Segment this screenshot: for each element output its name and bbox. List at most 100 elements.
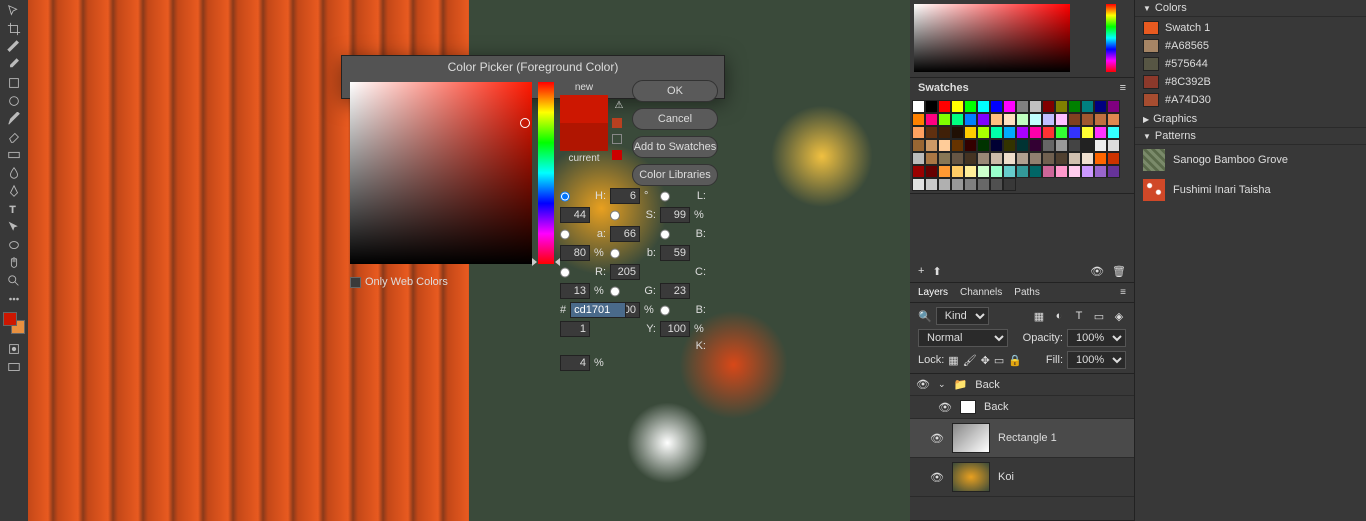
search-icon[interactable]: 🔍 [918, 310, 932, 323]
visibility-toggle[interactable]: 👁 [930, 432, 944, 445]
screenmode-tool[interactable] [2, 358, 26, 376]
swatch-color[interactable] [1094, 152, 1107, 165]
gradient-tool[interactable] [2, 146, 26, 164]
cyan-input[interactable] [560, 283, 590, 299]
swatch-color[interactable] [951, 113, 964, 126]
swatch-color[interactable] [1094, 126, 1107, 139]
blue-input[interactable] [560, 321, 590, 337]
swatch-color[interactable] [1003, 165, 1016, 178]
patterns-accordion[interactable]: ▼Patterns [1135, 128, 1366, 145]
filter-shape-icon[interactable]: ▭ [1092, 309, 1106, 323]
swatch-color[interactable] [990, 126, 1003, 139]
swatch-color[interactable] [951, 152, 964, 165]
lock-position-icon[interactable]: ✥ [981, 354, 990, 367]
green-radio[interactable] [610, 285, 620, 298]
cancel-button[interactable]: Cancel [632, 108, 718, 130]
trash-icon[interactable]: 🗑 [1112, 265, 1126, 278]
swatch-color[interactable] [977, 178, 990, 191]
swatch-color[interactable] [938, 178, 951, 191]
visibility-toggle[interactable]: 👁 [938, 401, 952, 414]
brightness-input[interactable] [560, 245, 590, 261]
swatch-color[interactable] [1042, 139, 1055, 152]
layer-koi[interactable]: 👁 Koi [910, 458, 1134, 497]
visibility-toggle[interactable]: 👁 [930, 471, 944, 484]
add-icon[interactable]: + [918, 265, 924, 278]
swatch-color[interactable] [1016, 139, 1029, 152]
swatch-color[interactable] [1003, 100, 1016, 113]
layer-rectangle-1[interactable]: 👁 Rectangle 1 [910, 419, 1134, 458]
swatch-color[interactable] [1081, 113, 1094, 126]
blur-tool[interactable] [2, 164, 26, 182]
swatch-color[interactable] [1081, 126, 1094, 139]
swatch-color[interactable] [1029, 139, 1042, 152]
color-field-mini[interactable] [914, 4, 1070, 72]
saturation-input[interactable] [660, 207, 690, 223]
gamut-color-icon[interactable] [612, 118, 622, 128]
lock-artboard-icon[interactable]: ▭ [994, 354, 1004, 367]
hue-strip-mini[interactable] [1106, 4, 1116, 72]
swatch-color[interactable] [951, 178, 964, 191]
swatch-color[interactable] [951, 165, 964, 178]
color-list-item[interactable]: Swatch 1 [1143, 19, 1358, 37]
swatch-color[interactable] [1055, 113, 1068, 126]
b-input[interactable] [660, 245, 690, 261]
swatch-color[interactable] [925, 100, 938, 113]
swatch-color[interactable] [1016, 152, 1029, 165]
swatch-color[interactable] [1107, 152, 1120, 165]
swatch-color[interactable] [1029, 100, 1042, 113]
red-input[interactable] [610, 264, 640, 280]
swatch-color[interactable] [1016, 113, 1029, 126]
swatch-color[interactable] [938, 152, 951, 165]
swatch-color[interactable] [1003, 139, 1016, 152]
lightness-input[interactable] [560, 207, 590, 223]
eye-icon[interactable]: 👁 [1090, 265, 1104, 278]
swatch-color[interactable] [1055, 100, 1068, 113]
swatch-color[interactable] [938, 100, 951, 113]
pen-tool[interactable] [2, 182, 26, 200]
swatch-color[interactable] [925, 126, 938, 139]
swatch-color[interactable] [964, 139, 977, 152]
swatch-color[interactable] [964, 165, 977, 178]
color-libraries-button[interactable]: Color Libraries [632, 164, 718, 186]
visibility-toggle[interactable]: 👁 [916, 378, 930, 391]
swatches-menu-icon[interactable]: ≡ [1120, 82, 1126, 94]
swatch-color[interactable] [912, 126, 925, 139]
lightness-radio[interactable] [660, 190, 670, 203]
hex-input[interactable] [570, 302, 626, 318]
swatch-color[interactable] [1055, 165, 1068, 178]
foreground-background-colors[interactable] [3, 312, 25, 334]
swatch-color[interactable] [1055, 152, 1068, 165]
websafe-color-icon[interactable] [612, 150, 622, 160]
swatch-color[interactable] [990, 113, 1003, 126]
filter-type-icon[interactable]: T [1072, 309, 1086, 323]
swatch-color[interactable] [990, 178, 1003, 191]
swatch-color[interactable] [1055, 139, 1068, 152]
lock-brush-icon[interactable]: 🖌 [963, 354, 977, 367]
swatch-color[interactable] [1003, 113, 1016, 126]
saturation-radio[interactable] [610, 209, 620, 222]
swatch-color[interactable] [925, 152, 938, 165]
tab-channels[interactable]: Channels [960, 287, 1002, 298]
shape-tool[interactable] [2, 236, 26, 254]
swatch-color[interactable] [1042, 126, 1055, 139]
swatch-color[interactable] [1094, 139, 1107, 152]
saturation-brightness-field[interactable] [350, 82, 532, 264]
swatch-color[interactable] [1081, 100, 1094, 113]
swatch-color[interactable] [1029, 165, 1042, 178]
swatch-color[interactable] [1042, 113, 1055, 126]
hue-radio[interactable] [560, 190, 570, 203]
yellow-input[interactable] [660, 321, 690, 337]
swatch-color[interactable] [925, 113, 938, 126]
pattern-fushimi[interactable]: Fushimi Inari Taisha [1135, 175, 1366, 205]
swatch-color[interactable] [1107, 100, 1120, 113]
swatch-color[interactable] [977, 165, 990, 178]
swatch-color[interactable] [1081, 139, 1094, 152]
hue-input[interactable] [610, 188, 640, 204]
swatch-color[interactable] [938, 113, 951, 126]
swatch-color[interactable] [1016, 100, 1029, 113]
swatch-color[interactable] [912, 152, 925, 165]
swatch-color[interactable] [1042, 100, 1055, 113]
swatch-color[interactable] [951, 139, 964, 152]
eraser-tool[interactable] [2, 128, 26, 146]
swatch-color[interactable] [912, 178, 925, 191]
